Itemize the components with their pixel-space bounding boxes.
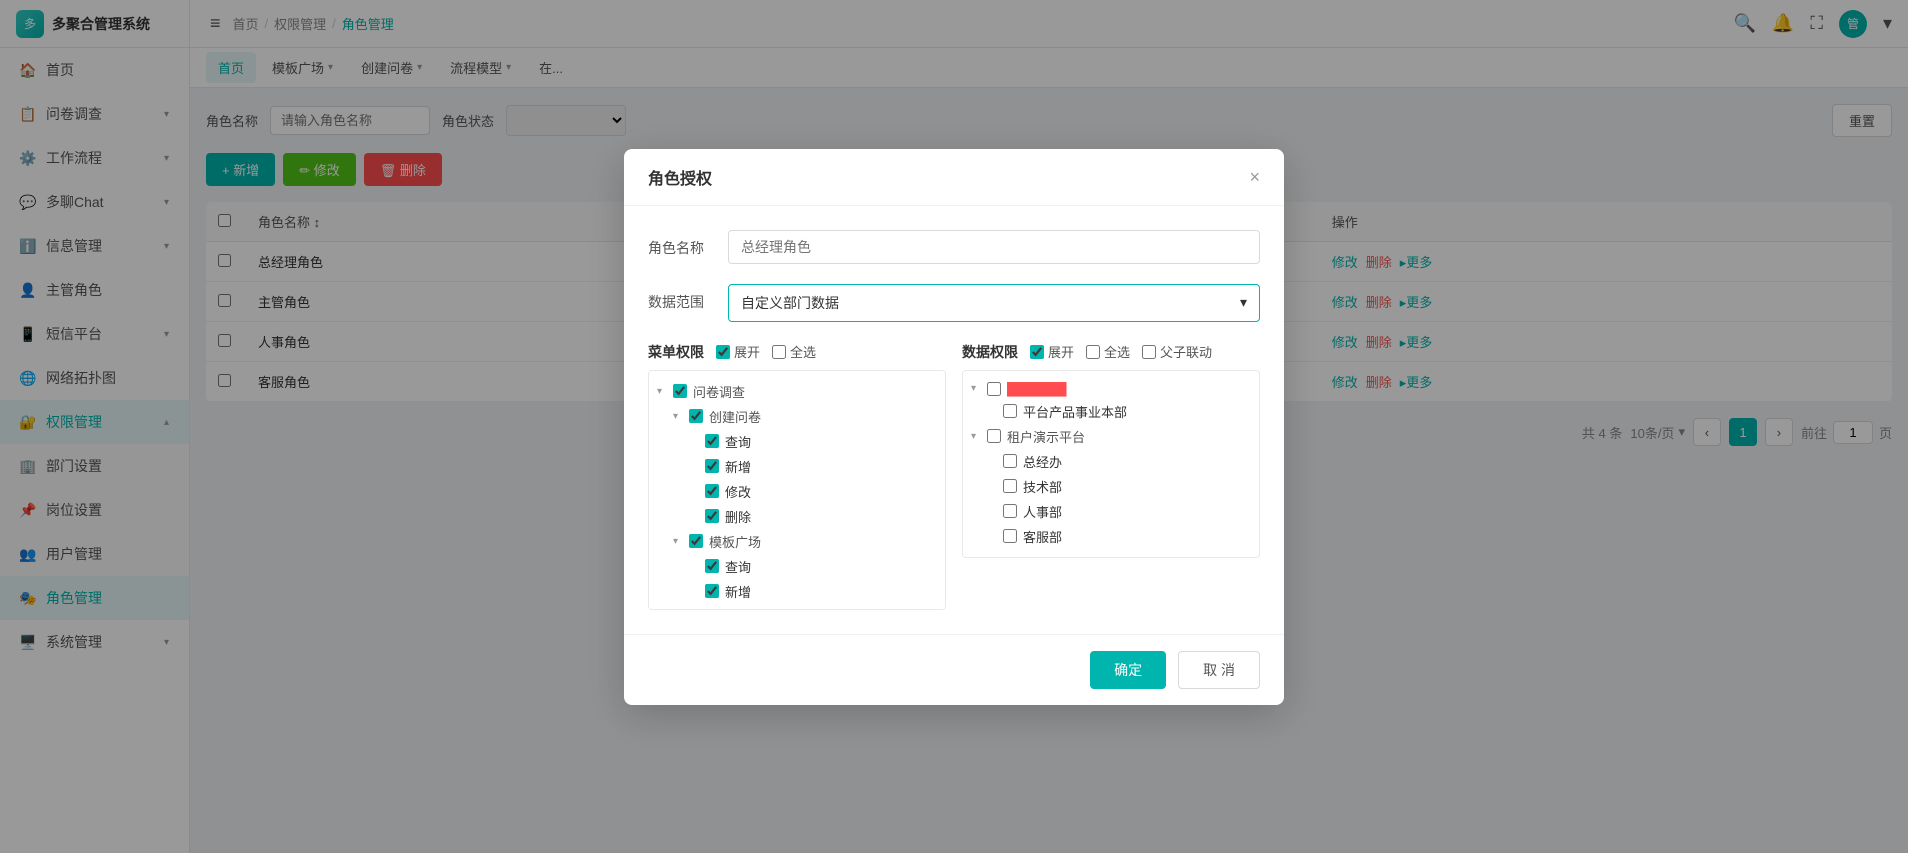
tree-toggle-create-survey[interactable]: ▾ [673,411,689,422]
menu-perm-col: 菜单权限 展开 全选 ▾ [648,342,946,610]
modal-header: 角色授权 × [624,149,1284,206]
menu-select-all-checkbox[interactable] [772,345,786,359]
tree-check-general-mgr[interactable] [1003,454,1017,468]
tree-item-survey[interactable]: ▾ 问卷调查 [657,379,937,404]
tree-check-tenant[interactable] [987,429,1001,443]
tree-label-edit-1: 修改 [725,482,751,501]
tree-label-template: 模板广场 [709,532,761,551]
menu-expand-label[interactable]: 展开 [716,342,760,361]
confirm-button[interactable]: 确定 [1090,651,1166,689]
data-expand-checkbox[interactable] [1030,345,1044,359]
tree-item-query-2: 查询 [657,554,937,579]
tree-check-create-survey[interactable] [689,409,703,423]
tree-label-query-2: 查询 [725,557,751,576]
tree-label-tenant: 租户演示平台 [1007,427,1085,446]
tree-label-del-1: 删除 [725,507,751,526]
tree-item-hr-dept: 人事部 [971,499,1251,524]
tree-label-platform: 平台产品事业本部 [1023,402,1127,421]
chevron-down-icon: ▾ [1240,294,1247,311]
tree-check-edit-1[interactable] [705,484,719,498]
tree-toggle-template[interactable]: ▾ [673,536,689,547]
tree-item-template[interactable]: ▾ 模板广场 [657,529,937,554]
tree-item-add-2: 新增 [657,579,937,604]
tree-check-query-2[interactable] [705,559,719,573]
parent-link-checkbox[interactable] [1142,345,1156,359]
menu-perm-label: 菜单权限 [648,342,704,362]
tree-toggle-tenant[interactable]: ▾ [971,431,987,442]
form-data-scope-control: 自定义部门数据 ▾ [728,284,1260,322]
tree-check-del-1[interactable] [705,509,719,523]
form-role-name-control [728,230,1260,264]
form-role-name-label: 角色名称 [648,230,728,258]
tree-label-create-survey: 创建问卷 [709,407,761,426]
tree-check-tech-dept[interactable] [1003,479,1017,493]
data-perm-header: 数据权限 展开 全选 父子联动 [962,342,1260,362]
tree-item-create-survey[interactable]: ▾ 创建问卷 [657,404,937,429]
tree-item-edit-1: 修改 [657,479,937,504]
tree-check-redacted[interactable] [987,382,1001,396]
tree-label-hr-dept: 人事部 [1023,502,1062,521]
modal-overlay: 角色授权 × 角色名称 数据范围 自定义部门数据 ▾ [0,0,1908,853]
modal-title: 角色授权 [648,165,712,189]
tree-label-survey: 问卷调查 [693,382,745,401]
tree-item-general-mgr: 总经办 [971,449,1251,474]
form-data-scope-label: 数据范围 [648,284,728,312]
modal-close-button[interactable]: × [1249,168,1260,186]
parent-link-label[interactable]: 父子联动 [1142,342,1212,361]
modal-footer: 确定 取 消 [624,634,1284,705]
data-perm-label: 数据权限 [962,342,1018,362]
tree-item-redacted[interactable]: ▾ ███████ [971,379,1251,399]
tree-label-query-1: 查询 [725,432,751,451]
data-select-all-checkbox[interactable] [1086,345,1100,359]
tree-toggle-survey[interactable]: ▾ [657,386,673,397]
form-role-name-row: 角色名称 [648,230,1260,264]
modal-body: 角色名称 数据范围 自定义部门数据 ▾ [624,206,1284,634]
data-scope-select[interactable]: 自定义部门数据 ▾ [728,284,1260,322]
tree-item-edit-2: 修改 [657,604,937,610]
menu-expand-checkbox[interactable] [716,345,730,359]
tree-check-query-1[interactable] [705,434,719,448]
permissions-section: 菜单权限 展开 全选 ▾ [648,342,1260,610]
data-expand-label[interactable]: 展开 [1030,342,1074,361]
tree-check-template[interactable] [689,534,703,548]
tree-item-add-1: 新增 [657,454,937,479]
menu-select-all-label[interactable]: 全选 [772,342,816,361]
tree-check-hr-dept[interactable] [1003,504,1017,518]
tree-label-edit-2: 修改 [725,607,751,610]
tree-label-redacted: ███████ [1007,382,1067,396]
data-select-all-label[interactable]: 全选 [1086,342,1130,361]
menu-perm-tree: ▾ 问卷调查 ▾ 创建问卷 [648,370,946,610]
tree-label-cs-dept: 客服部 [1023,527,1062,546]
tree-item-query-1: 查询 [657,429,937,454]
tree-item-tenant[interactable]: ▾ 租户演示平台 [971,424,1251,449]
tree-check-platform[interactable] [1003,404,1017,418]
tree-label-add-1: 新增 [725,457,751,476]
data-scope-value: 自定义部门数据 [741,293,839,313]
tree-check-add-1[interactable] [705,459,719,473]
data-perm-col: 数据权限 展开 全选 父子联动 [962,342,1260,610]
modal-role-name-input[interactable] [728,230,1260,264]
tree-label-add-2: 新增 [725,582,751,601]
tree-label-tech-dept: 技术部 [1023,477,1062,496]
tree-check-add-2[interactable] [705,584,719,598]
tree-check-survey[interactable] [673,384,687,398]
cancel-button[interactable]: 取 消 [1178,651,1260,689]
tree-item-cs-dept: 客服部 [971,524,1251,549]
tree-label-general-mgr: 总经办 [1023,452,1062,471]
menu-perm-header: 菜单权限 展开 全选 [648,342,946,362]
data-perm-tree: ▾ ███████ 平台产品事业本部 ▾ [962,370,1260,558]
form-data-scope-row: 数据范围 自定义部门数据 ▾ [648,284,1260,322]
tree-check-edit-2[interactable] [705,609,719,610]
tree-check-cs-dept[interactable] [1003,529,1017,543]
tree-item-tech-dept: 技术部 [971,474,1251,499]
tree-item-platform: 平台产品事业本部 [971,399,1251,424]
role-auth-modal: 角色授权 × 角色名称 数据范围 自定义部门数据 ▾ [624,149,1284,705]
tree-toggle-redacted[interactable]: ▾ [971,383,987,394]
tree-item-del-1: 删除 [657,504,937,529]
